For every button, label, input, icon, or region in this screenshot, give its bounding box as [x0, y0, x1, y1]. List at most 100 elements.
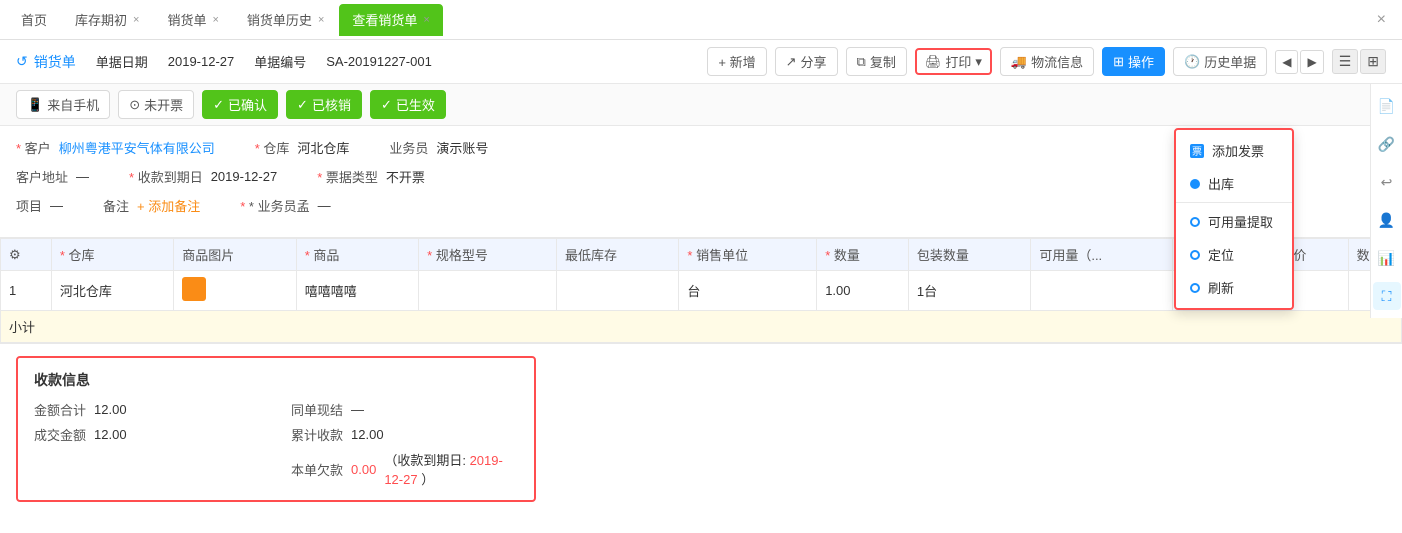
tab-inventory-init[interactable]: 库存期初 ×	[62, 4, 152, 36]
new-button[interactable]: + 新增	[707, 47, 766, 76]
available-qty-label: 可用量提取	[1208, 212, 1273, 231]
tab-sales-order-close[interactable]: ×	[212, 14, 218, 26]
payment-cumulative-label: 累计收款	[291, 425, 343, 444]
subtotal-label: 小计	[1, 311, 1402, 343]
print-icon: 🖨	[925, 54, 942, 70]
sidebar-user-icon[interactable]: 👤	[1373, 206, 1401, 234]
payment-box: 收款信息 金额合计 12.00 同单现结 — 成交金额 12.00 累计收款 1…	[16, 356, 536, 502]
confirm-icon: ✓	[213, 97, 224, 113]
invoice-icon: ⊙	[129, 97, 140, 113]
tab-home[interactable]: 首页	[8, 4, 60, 36]
dropdown-outbound[interactable]: 出库	[1176, 167, 1292, 200]
ticket-type-value: 不开票	[386, 167, 425, 186]
add-note-label: + 添加备注	[137, 196, 200, 215]
row-image	[174, 271, 296, 311]
warehouse-value: 河北仓库	[297, 138, 349, 157]
customer-field: 客户 柳州粤港平安气体有限公司	[16, 138, 215, 157]
sidebar-doc-icon[interactable]: 📄	[1373, 92, 1401, 120]
print-button[interactable]: 🖨 打印 ▾	[915, 48, 992, 75]
locate-label: 定位	[1208, 245, 1234, 264]
tab-bar: 首页 库存期初 × 销货单 × 销货单历史 × 查看销货单 × ×	[0, 0, 1402, 40]
dropdown-locate[interactable]: 定位	[1176, 238, 1292, 271]
confirm-button[interactable]: ✓ 已确认	[202, 90, 278, 119]
customer-value[interactable]: 柳州粤港平安气体有限公司	[59, 138, 215, 157]
void-icon: ✓	[297, 97, 308, 113]
doc-actions: + 新增 ↗ 分享 ⧉ 复制 🖨 打印 ▾ 🚚 物流信息 ⊞ 操作	[707, 47, 1386, 76]
logistics-button[interactable]: 🚚 物流信息	[1000, 47, 1094, 76]
doc-title: ↺ 销货单	[16, 52, 76, 72]
payment-cumulative-row: 累计收款 12.00	[291, 425, 518, 444]
address-field: 客户地址 —	[16, 167, 89, 186]
dropdown-refresh[interactable]: 刷新	[1176, 271, 1292, 304]
project-field: 项目 —	[16, 196, 63, 215]
warehouse-field: 仓库 河北仓库	[255, 138, 350, 157]
sidebar-return-icon[interactable]: ↩	[1373, 168, 1401, 196]
th-qty: 数量	[817, 239, 909, 271]
tab-sales-order[interactable]: 销货单 ×	[154, 4, 231, 36]
employee-label: 业务员	[389, 138, 428, 157]
tab-inventory-init-close[interactable]: ×	[133, 14, 139, 26]
list-view-button[interactable]: ☰	[1332, 49, 1359, 74]
due-date-field: 收款到期日 2019-12-27	[129, 167, 277, 186]
tab-home-label: 首页	[21, 10, 47, 29]
share-button[interactable]: ↗ 分享	[775, 47, 838, 76]
void-button[interactable]: ✓ 已核销	[286, 90, 362, 119]
employee-value: 演示账号	[436, 138, 488, 157]
add-note-button[interactable]: + 添加备注	[137, 196, 200, 215]
next-arrow[interactable]: ▶	[1300, 50, 1323, 74]
grid-view-button[interactable]: ⊞	[1360, 49, 1386, 74]
customer-label: 客户	[16, 138, 51, 157]
payment-current-due-value: 0.00	[351, 462, 376, 477]
nav-arrows: ◀ ▶	[1275, 50, 1323, 74]
due-date-label: 收款到期日	[129, 167, 203, 186]
payment-grid: 金额合计 12.00 同单现结 — 成交金额 12.00 累计收款 12.00 …	[34, 400, 518, 488]
dropdown-add-invoice[interactable]: 票 添加发票	[1176, 134, 1292, 167]
payment-cumulative-value: 12.00	[351, 427, 384, 442]
warehouse-label: 仓库	[255, 138, 290, 157]
from-phone-button[interactable]: 📱 来自手机	[16, 90, 110, 119]
operations-icon: ⊞	[1113, 54, 1124, 70]
doc-meta: 单据日期 2019-12-27 单据编号 SA-20191227-001	[96, 52, 432, 71]
tab-view-sales-order-close[interactable]: ×	[423, 14, 429, 26]
payment-current-due-row: 本单欠款 0.00 （收款到期日: 2019-12-27 ）	[291, 450, 518, 488]
right-sidebar: 📄 🔗 ↩ 👤 📊 ⛶	[1370, 84, 1402, 318]
dropdown-available-qty[interactable]: 可用量提取	[1176, 205, 1292, 238]
print-chevron: ▾	[975, 54, 982, 70]
doc-header: ↺ 销货单 单据日期 2019-12-27 单据编号 SA-20191227-0…	[0, 40, 1402, 84]
history-button[interactable]: 🕐 历史单据	[1173, 47, 1267, 76]
view-icons: ☰ ⊞	[1332, 49, 1386, 74]
row-product: 嘻嘻嘻嘻	[296, 271, 418, 311]
sidebar-expand-icon[interactable]: ⛶	[1373, 282, 1401, 310]
note-label: 备注	[103, 196, 129, 215]
not-open-button[interactable]: ⊙ 未开票	[118, 90, 194, 119]
prev-arrow[interactable]: ◀	[1275, 50, 1298, 74]
sidebar-chart-icon[interactable]: 📊	[1373, 244, 1401, 272]
operations-button[interactable]: ⊞ 操作	[1102, 47, 1165, 76]
phone-icon: 📱	[27, 97, 43, 113]
window-close-button[interactable]: ×	[1369, 11, 1394, 29]
logistics-icon: 🚚	[1011, 54, 1027, 70]
row-available	[1031, 271, 1173, 311]
row-qty: 1.00	[817, 271, 909, 311]
copy-button[interactable]: ⧉ 复制	[846, 47, 907, 76]
note-field: 备注 + 添加备注	[103, 196, 200, 215]
tab-sales-history[interactable]: 销货单历史 ×	[234, 4, 337, 36]
effective-button[interactable]: ✓ 已生效	[370, 90, 446, 119]
doc-number-label: 单据编号	[254, 52, 306, 71]
th-warehouse: 仓库	[51, 239, 173, 271]
payment-same-order-value: —	[351, 402, 364, 417]
ticket-type-label: 票据类型	[317, 167, 378, 186]
doc-number-value: SA-20191227-001	[326, 54, 432, 69]
payment-due-note: （收款到期日: 2019-12-27 ）	[384, 450, 518, 488]
salesperson-field: * 业务员孟 —	[240, 196, 330, 215]
th-gear: ⚙	[1, 239, 52, 271]
effective-icon: ✓	[381, 97, 392, 113]
sidebar-link-icon[interactable]: 🔗	[1373, 130, 1401, 158]
project-label: 项目	[16, 196, 42, 215]
tab-view-sales-order[interactable]: 查看销货单 ×	[339, 4, 442, 36]
th-available: 可用量（...	[1031, 239, 1173, 271]
tab-sales-history-close[interactable]: ×	[318, 14, 324, 26]
outbound-icon	[1190, 179, 1200, 189]
gear-icon[interactable]: ⚙	[9, 247, 21, 262]
th-pkg-qty: 包装数量	[908, 239, 1030, 271]
